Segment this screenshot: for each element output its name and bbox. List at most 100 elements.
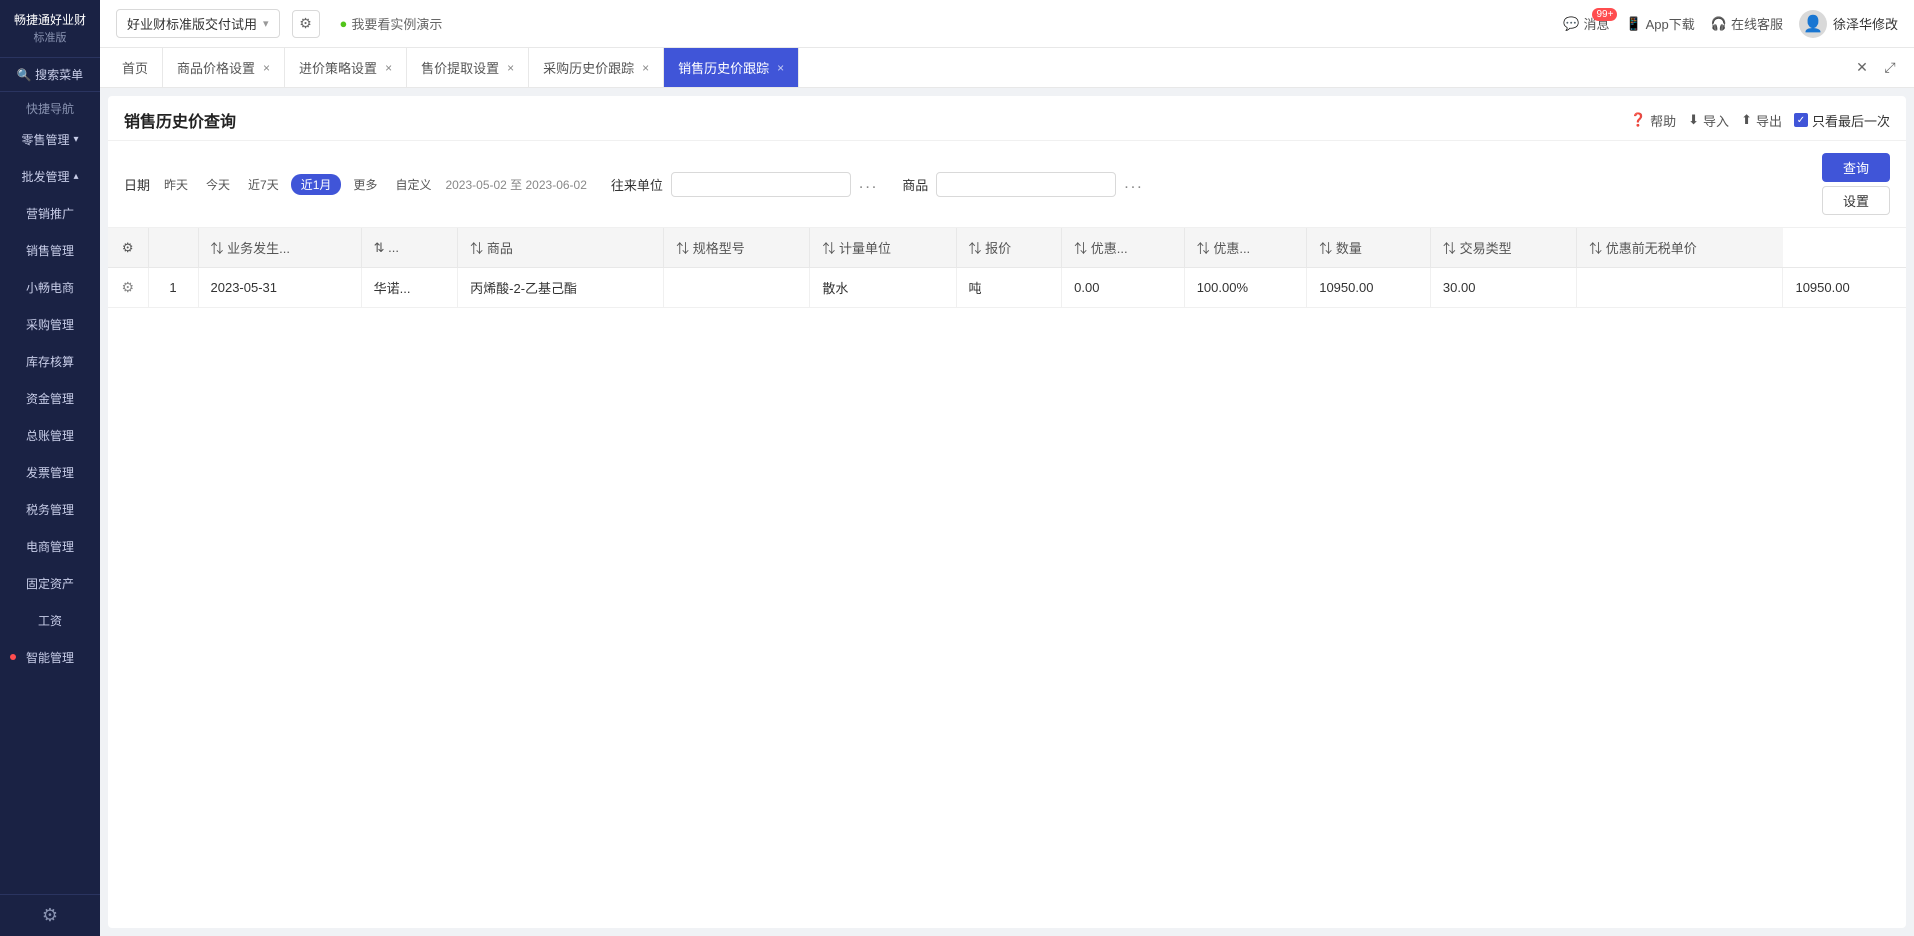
tab-home-label: 首页 — [122, 58, 148, 77]
tab-price-extract[interactable]: 售价提取设置 × — [407, 48, 529, 88]
tab-close-all-button[interactable]: ✕ — [1850, 56, 1874, 80]
goods-dots-button[interactable]: ... — [1124, 175, 1143, 193]
tab-price-extract-close[interactable]: × — [507, 61, 514, 75]
query-button[interactable]: 查询 — [1822, 153, 1890, 182]
topbar-service-label: 在线客服 — [1731, 14, 1783, 33]
source-input[interactable] — [671, 172, 851, 197]
topbar-username: 徐泽华修改 — [1833, 14, 1898, 33]
sidebar-item-invoice[interactable]: 发票管理 — [0, 454, 100, 491]
help-button[interactable]: ❓ 帮助 — [1630, 111, 1676, 130]
tab-expand-button[interactable]: ⤢ — [1878, 56, 1902, 80]
col-spec[interactable]: ⇅ 规格型号 — [664, 228, 810, 268]
sort-icon: ⇅ — [676, 241, 689, 256]
col-price[interactable]: ⇅ 报价 — [956, 228, 1062, 268]
date-btn-1month[interactable]: 近1月 — [291, 174, 342, 195]
date-btn-custom[interactable]: 自定义 — [389, 174, 437, 195]
tab-home[interactable]: 首页 — [108, 48, 163, 88]
tab-sales-history[interactable]: 销售历史价跟踪 × — [664, 48, 799, 88]
topbar-version-dropdown[interactable]: 好业财标准版交付试用 ▾ — [116, 9, 280, 38]
import-button[interactable]: ⬇ 导入 — [1688, 111, 1729, 130]
headset-icon: 🎧 — [1711, 16, 1727, 32]
row-date: 2023-05-31 — [198, 268, 361, 308]
table-header-row: ⚙ ⇅ 业务发生... ⇅ ... ⇅ 商品 — [108, 228, 1906, 268]
row-trade-type — [1577, 268, 1783, 308]
date-filter-label: 日期 — [124, 175, 150, 194]
tab-purchase-history[interactable]: 采购历史价跟踪 × — [529, 48, 664, 88]
sidebar-item-retail[interactable]: 零售管理 ▾ — [0, 121, 100, 158]
col-unit[interactable]: ⇅ 计量单位 — [810, 228, 956, 268]
topbar-service-btn[interactable]: 🎧 在线客服 — [1711, 14, 1783, 33]
tab-price-extract-label: 售价提取设置 — [421, 58, 499, 77]
topbar-demo-link[interactable]: ● 我要看实例演示 — [340, 14, 443, 33]
col-goods[interactable]: ⇅ 商品 — [458, 228, 664, 268]
search-icon: 🔍 — [17, 68, 32, 82]
settings-button[interactable]: 设置 — [1822, 186, 1890, 215]
sidebar-settings-button[interactable]: ⚙ — [0, 894, 100, 936]
sort-icon: ⇅ — [374, 240, 385, 255]
sidebar-item-finance[interactable]: 资金管理 — [0, 380, 100, 417]
sidebar-item-ecommerce[interactable]: 小畅电商 — [0, 269, 100, 306]
sidebar-item-salary[interactable]: 工资 — [0, 602, 100, 639]
sidebar-item-ai[interactable]: 智能管理 — [0, 639, 100, 676]
export-button[interactable]: ⬆ 导出 — [1741, 111, 1782, 130]
gear-icon: ⚙ — [121, 279, 134, 295]
only-last-checkbox[interactable]: ✓ 只看最后一次 — [1794, 111, 1890, 130]
sidebar-item-tax[interactable]: 税务管理 — [0, 491, 100, 528]
gear-icon: ⚙ — [122, 240, 134, 255]
export-icon: ⬆ — [1741, 112, 1752, 128]
tab-purchase-history-label: 采购历史价跟踪 — [543, 58, 634, 77]
row-spec — [664, 268, 810, 308]
tabs-bar: 首页 商品价格设置 × 进价策略设置 × 售价提取设置 × 采购历史价跟踪 × … — [100, 48, 1914, 88]
table-row: ⚙ 1 2023-05-31 华诺... 丙烯酸-2-乙基己酯 散水 吨 0.0… — [108, 268, 1906, 308]
row-trade-type2: 吨 — [956, 268, 1062, 308]
tab-purchase-strategy[interactable]: 进价策略设置 × — [285, 48, 407, 88]
tab-goods-price[interactable]: 商品价格设置 × — [163, 48, 285, 88]
date-btn-yesterday[interactable]: 昨天 — [158, 174, 194, 195]
topbar-app-btn[interactable]: 📱 App下载 — [1625, 14, 1694, 33]
col-date[interactable]: ⇅ 业务发生... — [198, 228, 361, 268]
row-gear[interactable]: ⚙ — [108, 268, 148, 308]
topbar-settings-button[interactable]: ⚙ — [292, 10, 320, 38]
tab-goods-price-close[interactable]: × — [263, 61, 270, 75]
sidebar-item-search[interactable]: 🔍 搜索菜单 — [0, 58, 100, 92]
col-qty[interactable]: ⇅ 数量 — [1307, 228, 1431, 268]
app-icon: 📱 — [1625, 16, 1641, 32]
col-discount2[interactable]: ⇅ 优惠... — [1184, 228, 1307, 268]
tab-purchase-strategy-close[interactable]: × — [385, 61, 392, 75]
goods-input[interactable] — [936, 172, 1116, 197]
col-pretax-price[interactable]: ⇅ 优惠前无税单价 — [1577, 228, 1783, 268]
row-price: 0.00 — [1062, 268, 1185, 308]
source-filter-group: 往来单位 ... — [611, 172, 878, 197]
sidebar-item-sales[interactable]: 销售管理 — [0, 232, 100, 269]
col-extra[interactable]: ⇅ ... — [361, 228, 458, 268]
sidebar-item-inventory[interactable]: 库存核算 — [0, 343, 100, 380]
row-pretax-price: 10950.00 — [1783, 268, 1906, 308]
sidebar-logo-title: 畅捷通好业财 — [8, 12, 92, 29]
sidebar-item-assets[interactable]: 固定资产 — [0, 565, 100, 602]
date-btn-7days[interactable]: 近7天 — [242, 174, 285, 195]
sidebar-item-ledger[interactable]: 总账管理 — [0, 417, 100, 454]
sidebar-item-marketing[interactable]: 营销推广 — [0, 195, 100, 232]
tab-purchase-history-close[interactable]: × — [642, 61, 649, 75]
sidebar-item-purchase[interactable]: 采购管理 — [0, 306, 100, 343]
tab-sales-history-close[interactable]: × — [777, 61, 784, 75]
source-filter-label: 往来单位 — [611, 175, 663, 194]
demo-icon: ● — [340, 16, 348, 31]
filter-area: 日期 昨天 今天 近7天 近1月 更多 自定义 2023-05-02 至 202… — [108, 141, 1906, 228]
sort-icon: ⇅ — [1074, 241, 1087, 256]
col-discount1[interactable]: ⇅ 优惠... — [1062, 228, 1185, 268]
sort-icon: ⇅ — [822, 241, 835, 256]
sidebar-item-quicknav[interactable]: 快捷导航 — [0, 92, 100, 121]
col-trade-type[interactable]: ⇅ 交易类型 — [1430, 228, 1576, 268]
source-dots-button[interactable]: ... — [859, 175, 878, 193]
sort-icon: ⇅ — [470, 241, 483, 256]
date-btn-more[interactable]: 更多 — [347, 174, 383, 195]
sidebar-item-wholesale[interactable]: 批发管理 ▴ — [0, 158, 100, 195]
sidebar-item-ecom2[interactable]: 电商管理 — [0, 528, 100, 565]
topbar-user-menu[interactable]: 👤 徐泽华修改 — [1799, 10, 1898, 38]
topbar-message-btn[interactable]: 💬 消息 99+ — [1563, 14, 1609, 33]
row-index: 1 — [148, 268, 198, 308]
goods-filter-group: 商品 ... — [902, 172, 1143, 197]
date-btn-today[interactable]: 今天 — [200, 174, 236, 195]
avatar: 👤 — [1799, 10, 1827, 38]
